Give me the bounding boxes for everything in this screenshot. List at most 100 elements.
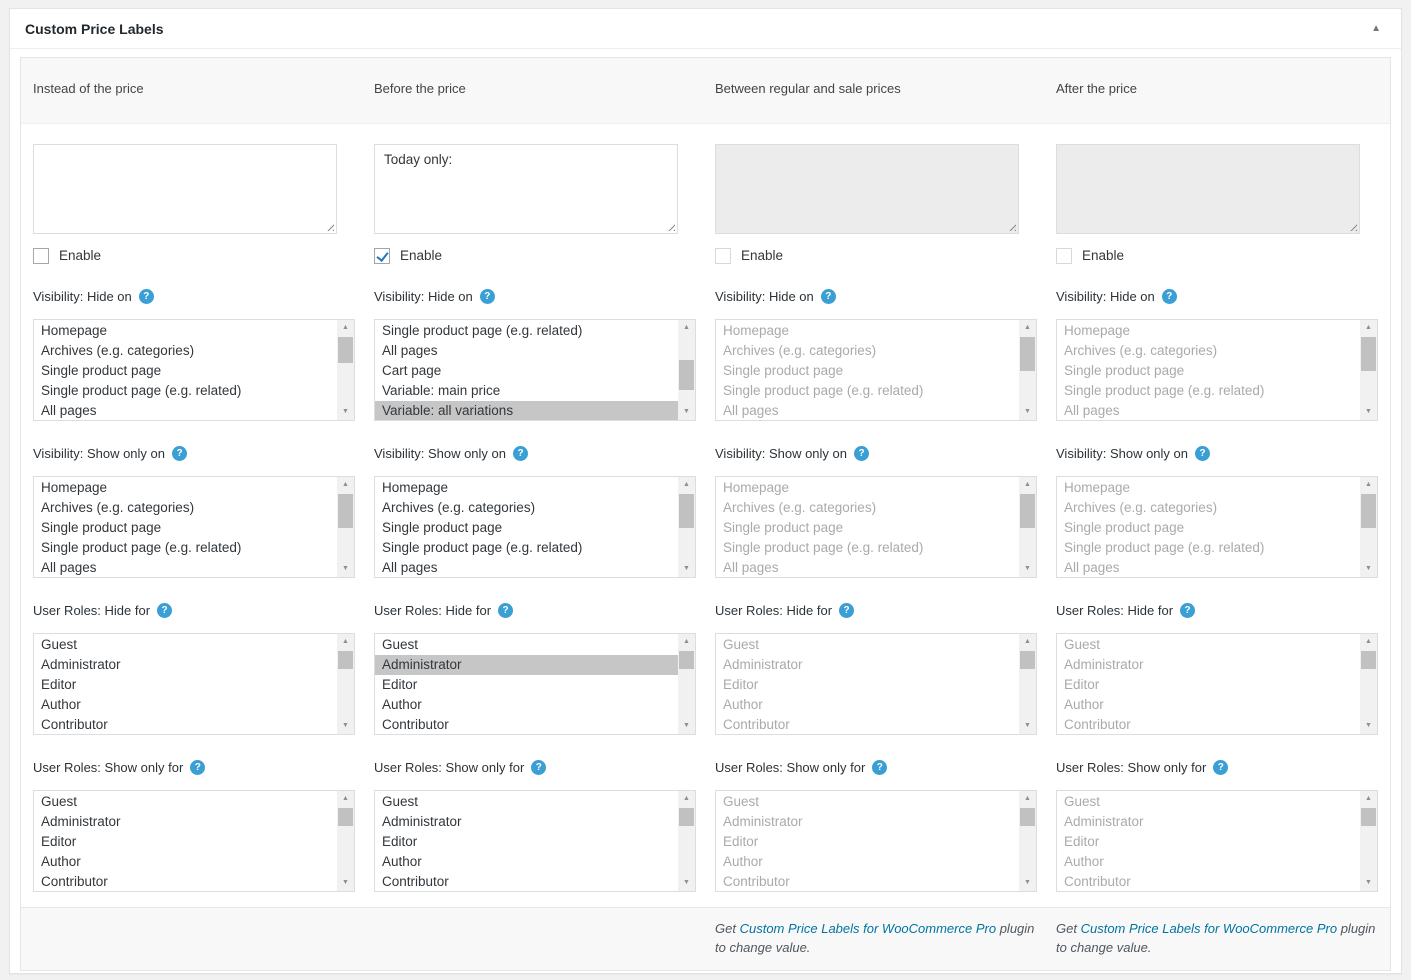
visibility-show-label-row: Visibility: Show only on — [374, 445, 696, 461]
list-option: Archives (e.g. categories) — [1064, 500, 1218, 515]
visibility-hide-listbox[interactable]: Single product page (e.g. related) All pa… — [374, 319, 696, 421]
scrollbar[interactable] — [337, 634, 354, 734]
scrollbar-thumb[interactable] — [679, 651, 694, 669]
list-option[interactable]: Contributor — [34, 715, 337, 734]
list-option[interactable]: Contributor — [375, 715, 678, 734]
scrollbar[interactable] — [678, 634, 695, 734]
list-option[interactable]: Administrator — [375, 655, 678, 675]
list-option[interactable]: Cart page — [375, 361, 678, 381]
list-option[interactable]: Guest — [34, 792, 337, 812]
scrollbar-thumb[interactable] — [679, 808, 694, 826]
help-icon[interactable] — [138, 288, 154, 304]
list-option[interactable]: Editor — [375, 675, 678, 695]
list-option[interactable]: Single product page (e.g. related) — [34, 381, 337, 401]
list-option[interactable]: Administrator — [34, 812, 337, 832]
list-option: All pages — [723, 560, 779, 575]
enable-checkbox[interactable] — [374, 247, 390, 264]
list-option[interactable]: Archives (e.g. categories) — [34, 341, 337, 361]
list-option: Single product page (e.g. related) — [1064, 383, 1265, 398]
list-option[interactable]: Contributor — [375, 872, 678, 891]
scrollbar[interactable] — [678, 320, 695, 420]
price-label-textarea[interactable] — [374, 144, 678, 234]
list-option[interactable]: Homepage — [34, 478, 337, 498]
help-icon[interactable] — [157, 602, 173, 618]
scrollbar-thumb[interactable] — [338, 651, 353, 669]
listbox-options: Guest Administrator Editor Author Contributo… — [375, 635, 678, 734]
list-option[interactable]: Author — [34, 695, 337, 715]
list-option[interactable]: Variable: main price — [375, 381, 678, 401]
list-option[interactable]: Author — [34, 852, 337, 872]
textarea-wrapper — [33, 144, 337, 234]
list-option[interactable]: Author — [375, 695, 678, 715]
scrollbar[interactable] — [678, 791, 695, 891]
collapse-toggle-button[interactable]: ▲ — [1367, 20, 1385, 38]
scrollbar-thumb[interactable] — [338, 494, 353, 528]
scrollbar-thumb — [1361, 808, 1376, 826]
list-option[interactable]: Variable: all variations — [375, 401, 678, 420]
scrollbar[interactable] — [337, 791, 354, 891]
visibility-hide-listbox[interactable]: Homepage Archives (e.g. categories) Single… — [33, 319, 355, 421]
list-option[interactable]: Guest — [34, 635, 337, 655]
scrollbar-thumb[interactable] — [338, 337, 353, 363]
help-icon[interactable] — [1161, 288, 1177, 304]
scrollbar[interactable] — [337, 477, 354, 577]
list-option[interactable]: Single product page — [34, 361, 337, 381]
pro-plugin-link[interactable]: Custom Price Labels for WooCommerce Pro — [740, 921, 996, 936]
scrollbar[interactable] — [678, 477, 695, 577]
list-option[interactable]: Editor — [375, 832, 678, 852]
roles-hide-listbox[interactable]: Guest Administrator Editor Author Contributo… — [374, 633, 696, 735]
list-option[interactable]: Archives (e.g. categories) — [34, 498, 337, 518]
roles-show-listbox[interactable]: Guest Administrator Editor Author Contributo… — [33, 790, 355, 892]
list-option[interactable]: Homepage — [34, 321, 337, 341]
help-icon[interactable] — [820, 288, 836, 304]
pro-plugin-link[interactable]: Custom Price Labels for WooCommerce Pro — [1081, 921, 1337, 936]
help-icon[interactable] — [1180, 602, 1196, 618]
scrollbar[interactable] — [337, 320, 354, 420]
enable-checkbox[interactable] — [33, 247, 49, 264]
list-option[interactable]: Administrator — [375, 812, 678, 832]
help-icon[interactable] — [513, 445, 528, 461]
help-icon[interactable] — [498, 602, 514, 618]
list-option[interactable]: Homepage — [375, 478, 678, 498]
list-option[interactable]: All pages — [34, 401, 337, 420]
scrollbar-thumb[interactable] — [679, 494, 694, 528]
list-option[interactable]: Single product page (e.g. related) — [375, 321, 678, 341]
list-option[interactable]: All pages — [34, 558, 337, 577]
scrollbar-thumb[interactable] — [679, 360, 694, 390]
price-label-textarea[interactable] — [33, 144, 337, 234]
enable-checkbox — [715, 247, 731, 264]
help-icon[interactable] — [172, 445, 187, 461]
list-option[interactable]: Editor — [34, 832, 337, 852]
list-option[interactable]: Guest — [375, 635, 678, 655]
list-option[interactable]: Author — [375, 852, 678, 872]
list-option: Author — [1064, 697, 1104, 712]
list-option[interactable]: All pages — [375, 341, 678, 361]
scrollbar — [1019, 320, 1036, 420]
list-option[interactable]: All pages — [375, 558, 678, 577]
visibility-show-listbox[interactable]: Homepage Archives (e.g. categories) Single… — [33, 476, 355, 578]
scrollbar-thumb[interactable] — [338, 808, 353, 826]
list-option[interactable]: Archives (e.g. categories) — [375, 498, 678, 518]
help-icon[interactable] — [1213, 759, 1229, 775]
column-after-price: Enable Visibility: Hide on Homepage Archi… — [1056, 144, 1378, 892]
help-icon[interactable] — [190, 759, 206, 775]
list-option[interactable]: Single product page — [375, 518, 678, 538]
help-icon[interactable] — [479, 288, 495, 304]
list-option[interactable]: Contributor — [34, 872, 337, 891]
list-option[interactable]: Editor — [34, 675, 337, 695]
roles-hide-listbox[interactable]: Guest Administrator Editor Author Contributo… — [33, 633, 355, 735]
visibility-show-listbox[interactable]: Homepage Archives (e.g. categories) Single… — [374, 476, 696, 578]
help-icon[interactable] — [1195, 445, 1210, 461]
list-option[interactable]: Single product page (e.g. related) — [34, 538, 337, 558]
list-option[interactable]: Single product page — [34, 518, 337, 538]
help-icon[interactable] — [854, 445, 869, 461]
roles-show-listbox[interactable]: Guest Administrator Editor Author Contributo… — [374, 790, 696, 892]
list-option: Homepage — [723, 323, 790, 338]
help-icon[interactable] — [839, 602, 855, 618]
list-option[interactable]: Single product page (e.g. related) — [375, 538, 678, 558]
listbox-options: Guest Administrator Editor Author Contributo… — [716, 635, 1019, 734]
list-option[interactable]: Administrator — [34, 655, 337, 675]
help-icon[interactable] — [531, 759, 547, 775]
list-option[interactable]: Guest — [375, 792, 678, 812]
help-icon[interactable] — [872, 759, 888, 775]
